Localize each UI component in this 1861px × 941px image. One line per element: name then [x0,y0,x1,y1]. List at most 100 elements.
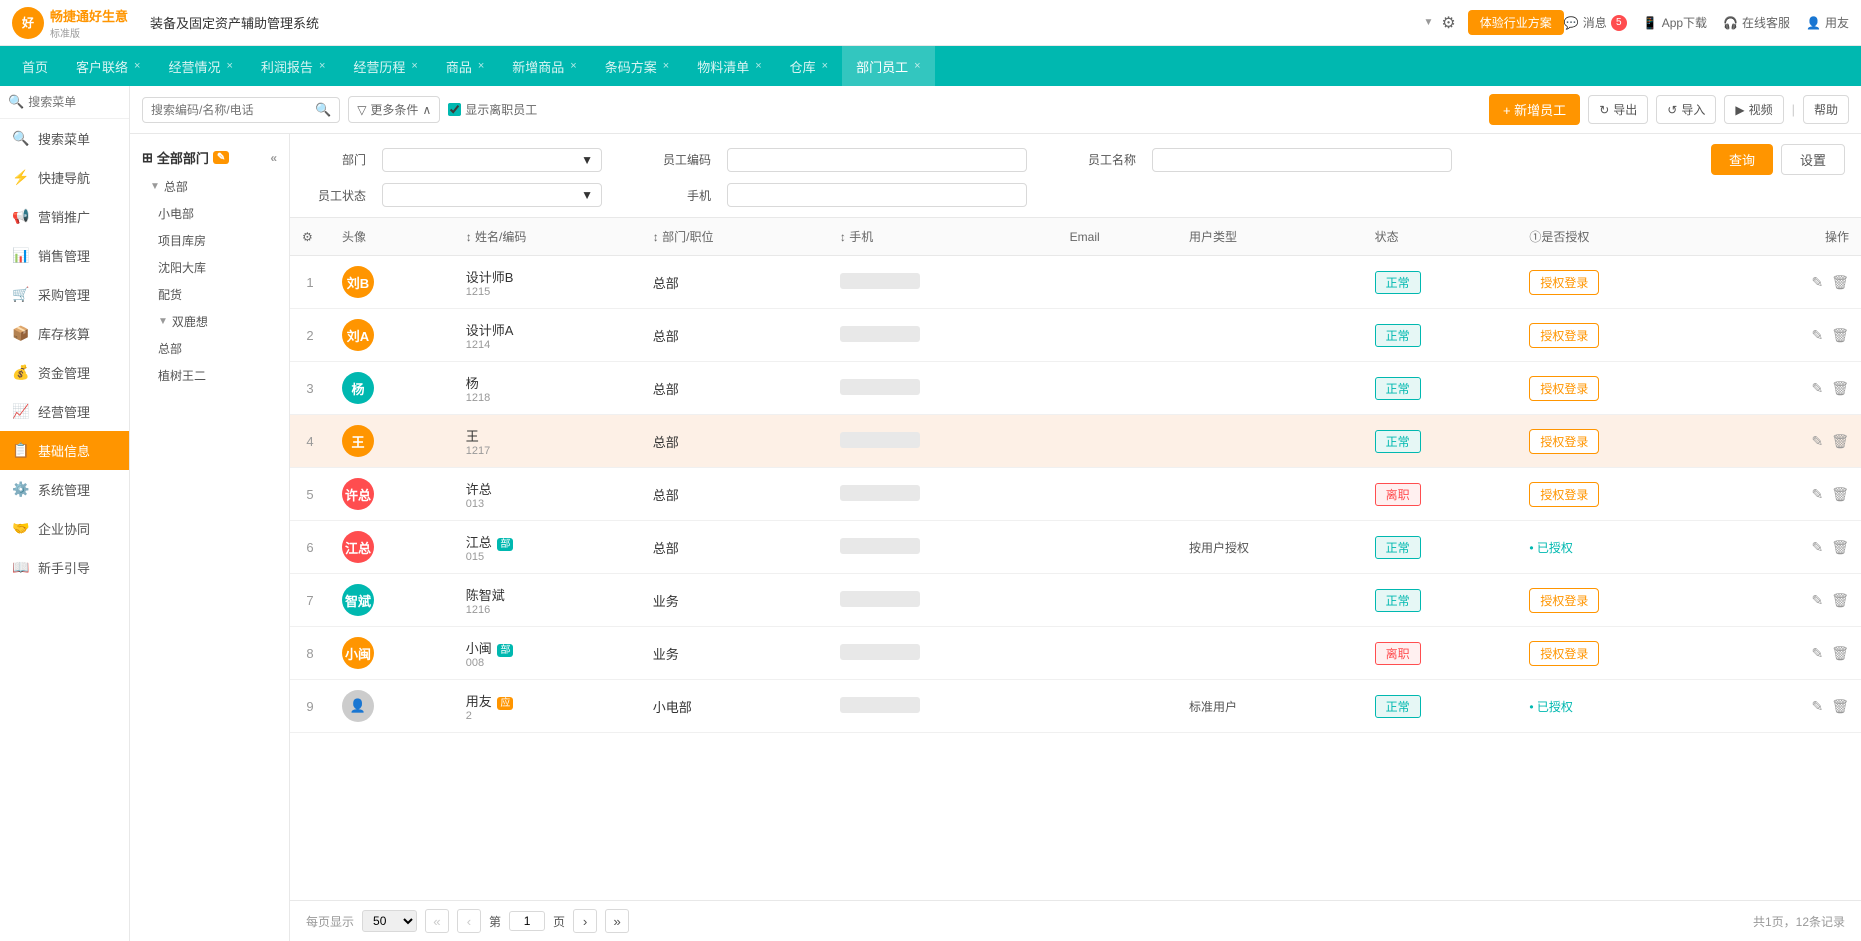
emp-code-input[interactable] [727,148,1027,172]
th-phone[interactable]: ↕ 手机 [828,218,1058,256]
edit-icon[interactable]: ✎ [1811,592,1823,609]
auth-btn[interactable]: 授权登录 [1529,323,1599,348]
nav-tab-商品[interactable]: 商品× [432,46,498,86]
edit-icon[interactable]: ✎ [1811,327,1823,344]
view-btn[interactable]: ▶ 视频 [1724,95,1783,124]
tab-close-icon[interactable]: × [478,60,484,72]
tab-close-icon[interactable]: × [319,60,325,72]
export-btn[interactable]: ↻ 导出 [1588,95,1648,124]
sidebar-item-库存核算[interactable]: 📦库存核算 [0,314,129,353]
query-btn[interactable]: 查询 [1711,144,1773,175]
sidebar-item-搜索菜单[interactable]: 🔍搜索菜单 [0,119,129,158]
tab-close-icon[interactable]: × [570,60,576,72]
all-dept-label[interactable]: 全部部门 [157,148,209,167]
delete-icon[interactable]: 🗑 [1831,274,1849,291]
nav-tab-客户联络[interactable]: 客户联络× [62,46,154,86]
add-employee-btn[interactable]: + 新增员工 [1489,94,1580,125]
dept-collapse-btn[interactable]: « [270,151,277,165]
gear-icon[interactable]: ⚙ [1441,13,1455,33]
next-page-btn[interactable]: › [573,909,597,933]
sidebar-item-系统管理[interactable]: ⚙️系统管理 [0,470,129,509]
dept-tree-item-沈阳大库[interactable]: 沈阳大库 [138,254,289,281]
auth-btn[interactable]: 授权登录 [1529,429,1599,454]
edit-icon[interactable]: ✎ [1811,274,1823,291]
delete-icon[interactable]: 🗑 [1831,592,1849,609]
tab-close-icon[interactable]: × [822,60,828,72]
search-input[interactable] [151,103,311,117]
sidebar-item-销售管理[interactable]: 📊销售管理 [0,236,129,275]
th-name[interactable]: ↕ 姓名/编码 [454,218,641,256]
nav-tab-首页[interactable]: 首页 [8,46,62,86]
auth-btn[interactable]: 授权登录 [1529,270,1599,295]
current-page-input[interactable] [509,911,545,931]
dept-tree-item-总部[interactable]: ▼总部 [138,173,289,200]
tab-close-icon[interactable]: × [411,60,417,72]
delete-icon[interactable]: 🗑 [1831,433,1849,450]
nav-tab-物料清单[interactable]: 物料清单× [683,46,775,86]
show-former-checkbox[interactable]: 显示离职员工 [448,101,537,118]
auth-btn[interactable]: 授权登录 [1529,588,1599,613]
sidebar-item-采购管理[interactable]: 🛒采购管理 [0,275,129,314]
set-btn[interactable]: 设置 [1781,144,1845,175]
sidebar-item-新手引导[interactable]: 📖新手引导 [0,548,129,587]
nav-tab-条码方案[interactable]: 条码方案× [591,46,683,86]
user-btn[interactable]: 👤 用友 [1806,14,1849,31]
sidebar-item-企业协同[interactable]: 🤝企业协同 [0,509,129,548]
dept-tree-item-项目库房[interactable]: 项目库房 [138,227,289,254]
auth-btn[interactable]: 授权登录 [1529,376,1599,401]
dept-tree-item-植树王二[interactable]: 植树王二 [138,362,289,389]
show-former-input[interactable] [448,103,461,116]
app-download-btn[interactable]: 📱 App下载 [1643,14,1707,31]
dept-tree-item-配货[interactable]: 配货 [138,281,289,308]
import-btn[interactable]: ↺ 导入 [1656,95,1716,124]
th-dept[interactable]: ↕ 部门/职位 [641,218,828,256]
dept-edit-badge[interactable]: ✎ [213,151,229,164]
try-btn[interactable]: 体验行业方案 [1468,10,1564,35]
nav-tab-仓库[interactable]: 仓库× [776,46,842,86]
prev-page-btn[interactable]: ‹ [457,909,481,933]
dept-select[interactable]: ▼ [382,148,602,172]
tab-close-icon[interactable]: × [134,60,140,72]
delete-icon[interactable]: 🗑 [1831,698,1849,715]
sidebar-item-营销推广[interactable]: 📢营销推广 [0,197,129,236]
edit-icon[interactable]: ✎ [1811,486,1823,503]
delete-icon[interactable]: 🗑 [1831,380,1849,397]
delete-icon[interactable]: 🗑 [1831,645,1849,662]
help-btn[interactable]: 帮助 [1803,95,1849,124]
nav-tab-部门员工[interactable]: 部门员工× [842,46,934,86]
edit-icon[interactable]: ✎ [1811,698,1823,715]
phone-input[interactable] [727,183,1027,207]
delete-icon[interactable]: 🗑 [1831,539,1849,556]
message-btn[interactable]: 💬 消息 5 [1564,14,1627,31]
dept-tree-item-总部[interactable]: 总部 [138,335,289,362]
page-size-select[interactable]: 50 100 200 [362,910,417,932]
auth-btn[interactable]: 授权登录 [1529,641,1599,666]
edit-icon[interactable]: ✎ [1811,539,1823,556]
emp-name-input[interactable] [1152,148,1452,172]
tab-close-icon[interactable]: × [663,60,669,72]
system-title-dropdown[interactable]: ▼ [1424,17,1434,28]
tab-close-icon[interactable]: × [914,60,920,72]
tab-close-icon[interactable]: × [755,60,761,72]
nav-tab-经营历程[interactable]: 经营历程× [339,46,431,86]
edit-icon[interactable]: ✎ [1811,645,1823,662]
online-service-btn[interactable]: 🎧 在线客服 [1723,14,1790,31]
dept-tree-item-双鹿想[interactable]: ▼双鹿想 [138,308,289,335]
sidebar-item-快捷导航[interactable]: ⚡快捷导航 [0,158,129,197]
edit-icon[interactable]: ✎ [1811,380,1823,397]
sidebar-search-input[interactable] [28,95,121,109]
tab-close-icon[interactable]: × [226,60,232,72]
last-page-btn[interactable]: » [605,909,629,933]
th-settings[interactable]: ⚙ [290,218,330,256]
search-submit-icon[interactable]: 🔍 [315,102,331,118]
nav-tab-新增商品[interactable]: 新增商品× [498,46,590,86]
edit-icon[interactable]: ✎ [1811,433,1823,450]
sidebar-item-基础信息[interactable]: 📋基础信息 [0,431,129,470]
sidebar-item-经营管理[interactable]: 📈经营管理 [0,392,129,431]
nav-tab-利润报告[interactable]: 利润报告× [247,46,339,86]
dept-tree-item-小电部[interactable]: 小电部 [138,200,289,227]
emp-status-select[interactable]: ▼ [382,183,602,207]
nav-tab-经营情况[interactable]: 经营情况× [154,46,246,86]
delete-icon[interactable]: 🗑 [1831,486,1849,503]
first-page-btn[interactable]: « [425,909,449,933]
